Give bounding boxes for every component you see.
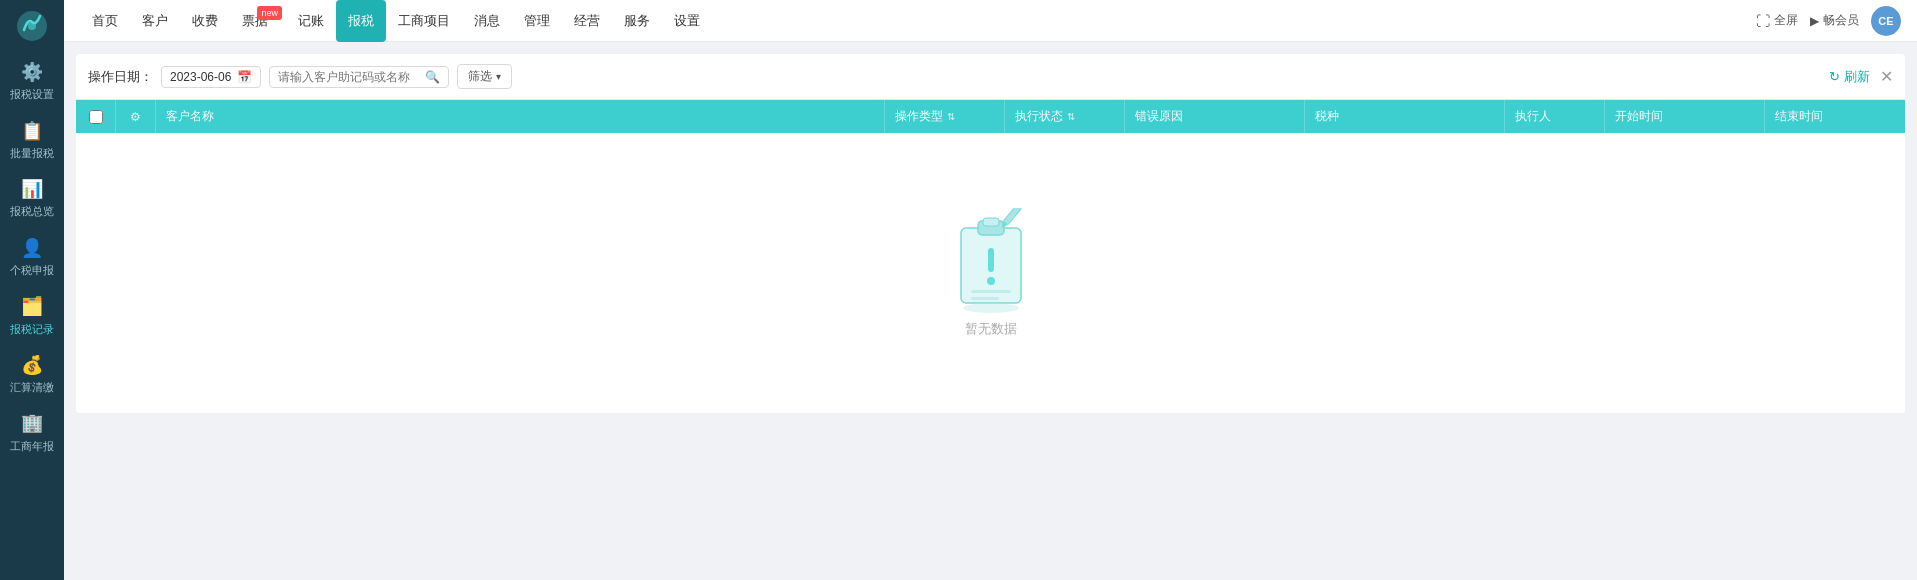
filter-label: 筛选 <box>468 68 492 85</box>
sort-icon: ⇅ <box>947 111 955 122</box>
th-start-time: 开始时间 <box>1605 100 1765 133</box>
table-header: ⚙ 客户名称 操作类型 ⇅ 执行状态 ⇅ 错误原因 <box>76 100 1905 133</box>
gear-icon: ⚙ <box>130 110 141 124</box>
close-button[interactable]: ✕ <box>1880 67 1893 86</box>
nav-xiaoxi[interactable]: 消息 <box>462 0 512 42</box>
svg-point-11 <box>963 303 1019 313</box>
sidebar-item-label: 报税记录 <box>10 322 54 337</box>
refresh-icon: ↻ <box>1829 69 1840 84</box>
th-customer-name: 客户名称 <box>156 100 885 133</box>
calendar-icon: 📅 <box>237 70 252 84</box>
sidebar-item-huisuan[interactable]: 💰 汇算清缴 <box>0 345 64 404</box>
search-input[interactable] <box>278 70 421 84</box>
sidebar-item-baoshui-jilu[interactable]: 🗂️ 报税记录 <box>0 286 64 345</box>
svg-rect-5 <box>988 248 994 272</box>
chevron-down-icon: ▾ <box>496 71 501 82</box>
th-tax-type: 税种 <box>1305 100 1505 133</box>
empty-illustration <box>946 208 1036 308</box>
svg-rect-4 <box>983 218 999 226</box>
empty-state: 暂无数据 <box>76 133 1905 413</box>
nav-shezhi[interactable]: 设置 <box>662 0 712 42</box>
sidebar: ⚙️ 报税设置 📋 批量报税 📊 报税总览 👤 个税申报 🗂️ 报税记录 💰 汇… <box>0 0 64 580</box>
search-box[interactable]: 🔍 <box>269 66 449 88</box>
nav-gongshang[interactable]: 工商项目 <box>386 0 462 42</box>
nav-jingying[interactable]: 经营 <box>562 0 612 42</box>
record-icon: 🗂️ <box>21 294 43 319</box>
sidebar-item-piliang-baoshui[interactable]: 📋 批量报税 <box>0 111 64 170</box>
sidebar-item-label: 汇算清缴 <box>10 380 54 395</box>
date-picker[interactable]: 2023-06-06 📅 <box>161 66 261 88</box>
sidebar-item-label: 工商年报 <box>10 439 54 454</box>
date-label: 操作日期： <box>88 68 153 86</box>
main-container: 首页 客户 收费 票据 new 记账 报税 工商项目 消息 管理 经营 <box>64 0 1917 580</box>
svg-point-6 <box>987 277 995 285</box>
filter-button[interactable]: 筛选 ▾ <box>457 64 512 89</box>
sidebar-item-gongshang-nianbao[interactable]: 🏢 工商年报 <box>0 403 64 462</box>
refresh-button[interactable]: ↻ 刷新 <box>1829 68 1870 86</box>
personal-tax-icon: 👤 <box>21 236 43 261</box>
svg-rect-9 <box>1003 208 1022 225</box>
nav-piaoju[interactable]: 票据 new <box>230 0 286 42</box>
empty-text: 暂无数据 <box>965 320 1017 338</box>
topnav-right: ⛶ 全屏 ▶ 畅会员 CE <box>1756 6 1901 36</box>
th-settings[interactable]: ⚙ <box>116 100 156 133</box>
nav-guanli[interactable]: 管理 <box>512 0 562 42</box>
new-badge: new <box>257 6 282 21</box>
settlement-icon: 💰 <box>21 353 43 378</box>
svg-point-1 <box>28 22 36 30</box>
sidebar-item-label: 批量报税 <box>10 146 54 161</box>
table-container: ⚙ 客户名称 操作类型 ⇅ 执行状态 ⇅ 错误原因 <box>76 100 1905 413</box>
toolbar: 操作日期： 2023-06-06 📅 🔍 筛选 ▾ ↻ 刷新 <box>76 54 1905 100</box>
sidebar-item-geshuishenbao[interactable]: 👤 个税申报 <box>0 228 64 287</box>
annual-report-icon: 🏢 <box>21 411 43 436</box>
overview-icon: 📊 <box>21 177 43 202</box>
svg-rect-8 <box>971 297 999 300</box>
toolbar-right: ↻ 刷新 ✕ <box>1829 67 1893 86</box>
nav-home[interactable]: 首页 <box>80 0 130 42</box>
sidebar-item-label: 个税申报 <box>10 263 54 278</box>
svg-rect-7 <box>971 290 1011 293</box>
search-icon: 🔍 <box>425 70 440 84</box>
th-error-reason: 错误原因 <box>1125 100 1305 133</box>
th-op-type[interactable]: 操作类型 ⇅ <box>885 100 1005 133</box>
user-avatar[interactable]: CE <box>1871 6 1901 36</box>
member-button[interactable]: ▶ 畅会员 <box>1810 12 1859 29</box>
play-icon: ▶ <box>1810 14 1819 28</box>
sidebar-item-label: 报税总览 <box>10 204 54 219</box>
th-end-time: 结束时间 <box>1765 100 1905 133</box>
settings-icon: ⚙️ <box>21 60 43 85</box>
sidebar-item-label: 报税设置 <box>10 87 54 102</box>
nav-customer[interactable]: 客户 <box>130 0 180 42</box>
content-area: 操作日期： 2023-06-06 📅 🔍 筛选 ▾ ↻ 刷新 <box>64 42 1917 580</box>
page-content: 操作日期： 2023-06-06 📅 🔍 筛选 ▾ ↻ 刷新 <box>64 42 1917 580</box>
sidebar-item-baoshui-shezhi[interactable]: ⚙️ 报税设置 <box>0 52 64 111</box>
sidebar-item-baoshui-zonglam[interactable]: 📊 报税总览 <box>0 169 64 228</box>
batch-tax-icon: 📋 <box>21 119 43 144</box>
th-executor: 执行人 <box>1505 100 1605 133</box>
nav-jizhang[interactable]: 记账 <box>286 0 336 42</box>
th-checkbox[interactable] <box>76 100 116 133</box>
nav-baoshui[interactable]: 报税 <box>336 0 386 42</box>
fullscreen-button[interactable]: ⛶ 全屏 <box>1756 12 1798 29</box>
fullscreen-icon: ⛶ <box>1756 13 1770 29</box>
th-exec-status[interactable]: 执行状态 ⇅ <box>1005 100 1125 133</box>
sort-icon: ⇅ <box>1067 111 1075 122</box>
app-logo <box>14 8 50 44</box>
date-value: 2023-06-06 <box>170 70 231 84</box>
select-all-checkbox[interactable] <box>89 110 103 124</box>
nav-shoufei[interactable]: 收费 <box>180 0 230 42</box>
topnav: 首页 客户 收费 票据 new 记账 报税 工商项目 消息 管理 经营 <box>64 0 1917 42</box>
nav-fuwu[interactable]: 服务 <box>612 0 662 42</box>
